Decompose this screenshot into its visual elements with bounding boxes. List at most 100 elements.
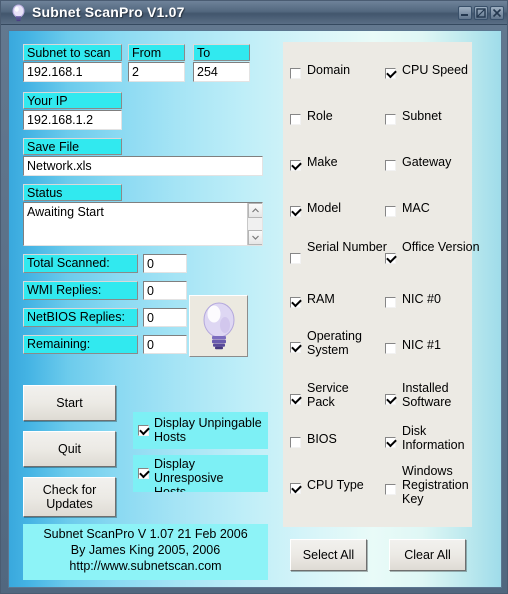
checkbox-serial-number[interactable] — [290, 253, 301, 264]
status-memo[interactable]: Awaiting Start — [23, 202, 263, 246]
checkbox-nic-1[interactable] — [385, 343, 396, 354]
field-gateway-label: Gateway — [402, 155, 452, 169]
credit-line-3: http://www.subnetscan.com — [69, 559, 222, 573]
lightbulb-icon — [10, 4, 27, 22]
from-input[interactable]: 2 — [128, 62, 185, 82]
lightbulb-image — [189, 295, 248, 357]
field-nic-0[interactable]: NIC #0 — [385, 292, 441, 311]
check-updates-button[interactable]: Check for Updates — [23, 477, 116, 517]
subnet-input[interactable]: 192.168.1 — [23, 62, 122, 82]
window-frame: Subnet ScanPro V1.07 Subnet to scan 192.… — [1, 1, 507, 593]
save-file-input[interactable]: Network.xls — [23, 156, 263, 176]
field-windows-registration-key[interactable]: Windows Registration Key — [385, 464, 469, 506]
your-ip-label: Your IP — [23, 92, 122, 109]
checkbox-mac[interactable] — [385, 206, 396, 217]
field-office-version-label: Office Version — [402, 240, 480, 254]
field-gateway[interactable]: Gateway — [385, 155, 451, 174]
client-area: Subnet to scan 192.168.1 From 2 To 254 Y… — [8, 30, 502, 588]
from-label: From — [128, 44, 185, 61]
counter-value-2: 0 — [143, 308, 187, 327]
window-controls — [458, 6, 504, 20]
field-serial-number[interactable]: Serial Number — [290, 240, 387, 264]
field-nic-1-label: NIC #1 — [402, 338, 441, 352]
field-service-pack-label: Service Pack — [307, 381, 349, 409]
counter-label-0: Total Scanned: — [23, 254, 138, 273]
counter-label-1: WMI Replies: — [23, 281, 138, 300]
checkbox-unpingable-label: Display Unpingable Hosts — [154, 416, 262, 444]
fields-panel: Domain CPU Speed Role Subnet Make Gatewa… — [283, 42, 480, 527]
counter-value-0: 0 — [143, 254, 187, 273]
field-role-label: Role — [307, 109, 333, 123]
display-unpingable-option[interactable]: Display Unpingable Hosts — [133, 412, 268, 449]
close-icon[interactable] — [490, 6, 504, 20]
status-label: Status — [23, 184, 122, 201]
field-disk-information-label: Disk Information — [402, 424, 465, 452]
field-domain-label: Domain — [307, 63, 351, 77]
field-domain[interactable]: Domain — [290, 63, 350, 82]
checkbox-unresponsive[interactable] — [138, 468, 149, 479]
select-all-button[interactable]: Select All — [290, 539, 367, 571]
subnet-label: Subnet to scan — [23, 44, 122, 61]
scroll-up-icon[interactable] — [248, 203, 262, 218]
checkbox-bios[interactable] — [290, 437, 301, 448]
checkbox-disk-information[interactable] — [385, 437, 396, 448]
field-operating-system[interactable]: Operating System — [290, 329, 362, 357]
checkbox-make[interactable] — [290, 160, 301, 171]
field-mac[interactable]: MAC — [385, 201, 430, 220]
checkbox-operating-system[interactable] — [290, 342, 301, 353]
clear-all-button[interactable]: Clear All — [389, 539, 466, 571]
application-window: Subnet ScanPro V1.07 Subnet to scan 192.… — [0, 0, 508, 594]
field-disk-information[interactable]: Disk Information — [385, 424, 465, 452]
checkbox-installed-software[interactable] — [385, 394, 396, 405]
field-role[interactable]: Role — [290, 109, 333, 128]
checkbox-subnet[interactable] — [385, 114, 396, 125]
field-make-label: Make — [307, 155, 338, 169]
status-scrollbar[interactable] — [247, 203, 262, 245]
status-text: Awaiting Start — [27, 205, 104, 219]
field-office-version[interactable]: Office Version — [385, 240, 480, 264]
checkbox-office-version[interactable] — [385, 253, 396, 264]
to-input[interactable]: 254 — [193, 62, 250, 82]
your-ip-input[interactable]: 192.168.1.2 — [23, 110, 122, 130]
field-cpu-type-label: CPU Type — [307, 478, 364, 492]
display-unresponsive-option[interactable]: Display Unresposive Hosts — [133, 455, 268, 492]
field-installed-software[interactable]: Installed Software — [385, 381, 451, 409]
start-button[interactable]: Start — [23, 385, 116, 421]
quit-button[interactable]: Quit — [23, 431, 116, 467]
checkbox-windows-registration-key[interactable] — [385, 484, 396, 495]
field-model[interactable]: Model — [290, 201, 341, 220]
field-windows-registration-key-label: Windows Registration Key — [402, 464, 469, 506]
field-installed-software-label: Installed Software — [402, 381, 452, 409]
checkbox-role[interactable] — [290, 114, 301, 125]
checkbox-domain[interactable] — [290, 68, 301, 79]
checkbox-model[interactable] — [290, 206, 301, 217]
field-bios[interactable]: BIOS — [290, 432, 337, 451]
scroll-down-icon[interactable] — [248, 230, 262, 245]
credit-line-1: Subnet ScanPro V 1.07 21 Feb 2006 — [43, 527, 248, 541]
checkbox-cpu-speed[interactable] — [385, 68, 396, 79]
save-file-label: Save File — [23, 138, 122, 155]
field-cpu-speed-label: CPU Speed — [402, 63, 469, 77]
checkbox-cpu-type[interactable] — [290, 483, 301, 494]
field-ram-label: RAM — [307, 292, 335, 306]
maximize-icon[interactable] — [474, 6, 488, 20]
minimize-icon[interactable] — [458, 6, 472, 20]
field-make[interactable]: Make — [290, 155, 338, 174]
checkbox-service-pack[interactable] — [290, 394, 301, 405]
checkbox-nic-0[interactable] — [385, 297, 396, 308]
field-nic-1[interactable]: NIC #1 — [385, 338, 441, 357]
field-serial-number-label: Serial Number — [307, 240, 387, 254]
checkbox-ram[interactable] — [290, 297, 301, 308]
field-bios-label: BIOS — [307, 432, 337, 446]
field-service-pack[interactable]: Service Pack — [290, 381, 349, 409]
field-subnet[interactable]: Subnet — [385, 109, 442, 128]
field-ram[interactable]: RAM — [290, 292, 335, 311]
field-subnet-label: Subnet — [402, 109, 442, 123]
field-nic-0-label: NIC #0 — [402, 292, 441, 306]
checkbox-unpingable[interactable] — [138, 425, 149, 436]
field-cpu-speed[interactable]: CPU Speed — [385, 63, 468, 82]
title-bar[interactable]: Subnet ScanPro V1.07 — [1, 1, 507, 25]
checkbox-gateway[interactable] — [385, 160, 396, 171]
to-label: To — [193, 44, 250, 61]
field-cpu-type[interactable]: CPU Type — [290, 478, 364, 497]
